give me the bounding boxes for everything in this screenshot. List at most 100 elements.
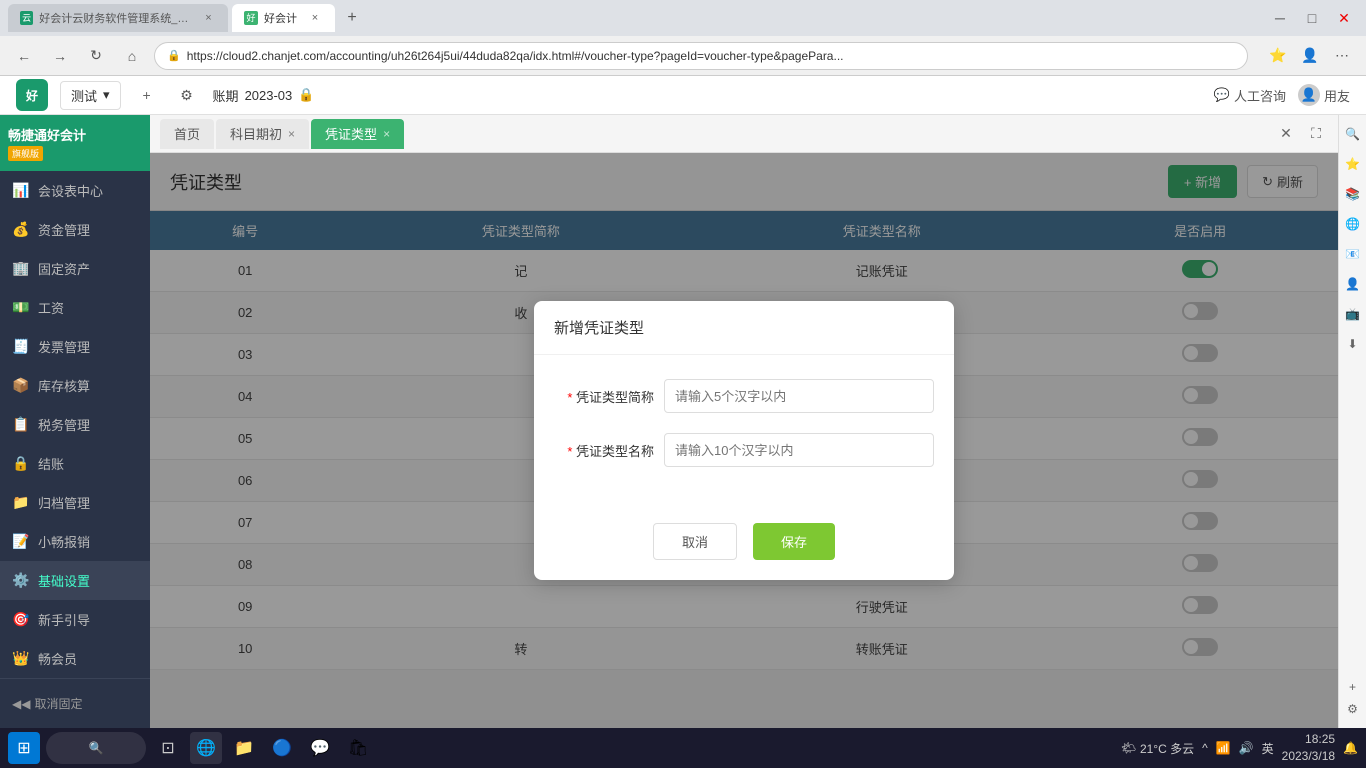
sidebar-item-assets-label: 固定资产 [38,259,90,278]
sidebar-item-tax[interactable]: 📋 税务管理 [0,405,150,444]
right-panel-btn-5[interactable]: 📧 [1342,243,1364,265]
tax-icon: 📋 [12,416,30,434]
weather-icon: 🌤 [1121,741,1136,755]
abbr-input[interactable] [664,379,934,413]
lock-icon: 🔒 [167,49,181,62]
abbr-form-row: 凭证类型简称 [554,379,934,413]
address-bar: ← → ↻ ⌂ 🔒 https://cloud2.chanjet.com/acc… [0,36,1366,76]
guide-icon: 🎯 [12,611,30,629]
app: 好 测试 ▾ + ⚙ 账期 2023-03 🔒 💬 人工咨询 👤 用友 [0,76,1366,728]
sidebar-item-closing-label: 结账 [38,454,64,473]
new-tab-button[interactable]: + [339,5,365,31]
restore-button[interactable]: □ [1298,4,1326,32]
profiles-button[interactable]: 👤 [1296,42,1324,70]
right-panel-add-btn[interactable]: + [1342,676,1364,698]
sidebar-item-member-label: 畅会员 [38,649,77,668]
tab-subject-close[interactable]: × [288,127,295,141]
task-view-icon: ⊡ [161,738,174,758]
right-panel-btn-4[interactable]: 🌐 [1342,213,1364,235]
tab2-label: 好会计 [264,10,297,26]
tab-subject[interactable]: 科目期初 × [216,119,309,149]
tab-voucher-label: 凭证类型 [325,124,377,143]
sidebar-item-inventory[interactable]: 📦 库存核算 [0,366,150,405]
sidebar-item-report[interactable]: 📝 小畅报销 [0,522,150,561]
sidebar-item-settings[interactable]: ⚙️ 基础设置 [0,561,150,600]
dialog-body: 凭证类型简称 凭证类型名称 [534,355,954,511]
right-panel-btn-7[interactable]: 📺 [1342,303,1364,325]
taskbar-edge[interactable]: 🌐 [190,732,222,764]
sidebar-item-invoice[interactable]: 🧾 发票管理 [0,327,150,366]
right-panel-btn-6[interactable]: 👤 [1342,273,1364,295]
add-workspace-button[interactable]: + [133,81,161,109]
sidebar-item-assets[interactable]: 🏢 固定资产 [0,249,150,288]
taskbar-explorer[interactable]: 📁 [228,732,260,764]
sidebar-item-finance-label: 资金管理 [38,220,90,239]
reload-button[interactable]: ↻ [82,42,110,70]
close-browser-button[interactable]: ✕ [1330,4,1358,32]
minimize-button[interactable]: ─ [1266,4,1294,32]
period-lock-icon: 🔒 [298,87,314,103]
date-display: 2023/3/18 [1282,748,1335,765]
sidebar-item-dashboard[interactable]: 📊 会设表中心 [0,171,150,210]
sidebar-item-invoice-label: 发票管理 [38,337,90,356]
sidebar-bottom: ◀◀ 取消固定 [0,678,150,728]
extensions-button[interactable]: ⭐ [1264,42,1292,70]
sidebar-item-archive[interactable]: 📁 归档管理 [0,483,150,522]
workspace-dropdown-icon: ▾ [103,87,110,103]
sidebar-item-finance[interactable]: 💰 资金管理 [0,210,150,249]
sidebar-item-member[interactable]: 👑 畅会员 [0,639,150,678]
back-button[interactable]: ← [10,42,38,70]
notification-icon: 🔔 [1343,741,1358,755]
dialog-header: 新增凭证类型 [534,301,954,355]
tab-fullscreen-button[interactable]: ⛶ [1304,122,1328,146]
tab-close-all-button[interactable]: ✕ [1274,122,1298,146]
taskbar-time[interactable]: 18:25 2023/3/18 [1282,731,1335,765]
closing-icon: 🔒 [12,455,30,473]
tab2-favicon: 好 [244,11,258,25]
taskbar-wechat[interactable]: 💬 [304,732,336,764]
right-panel-btn-3[interactable]: 📚 [1342,183,1364,205]
tab-bar: 云 好会计云财务软件管理系统_会计 × 好 好会计 × + ─ □ ✕ [0,0,1366,36]
tab-voucher-type[interactable]: 凭证类型 × [311,119,404,149]
sidebar: 畅捷通好会计 旗舰版 📊 会设表中心 💰 资金管理 🏢 固定资产 💵 工资 [0,115,150,728]
finance-icon: 💰 [12,221,30,239]
name-input[interactable] [664,433,934,467]
tab2-close[interactable]: × [307,10,323,26]
workspace-selector[interactable]: 测试 ▾ [60,81,121,110]
save-button[interactable]: 保存 [753,523,835,560]
explorer-icon: 📁 [234,738,254,758]
help-icon: 💬 [1214,87,1230,103]
browser-actions: ⭐ 👤 ⋯ [1264,42,1356,70]
more-button[interactable]: ⋯ [1328,42,1356,70]
forward-button[interactable]: → [46,42,74,70]
user-avatar: 👤 [1298,84,1320,106]
taskbar-search[interactable]: 🔍 [46,732,146,764]
cancel-pin-button[interactable]: ◀◀ 取消固定 [0,687,150,720]
browser-tab-2[interactable]: 好 好会计 × [232,4,335,32]
settings-button[interactable]: ⚙ [173,81,201,109]
user-button[interactable]: 👤 用友 [1298,84,1350,106]
sidebar-item-dashboard-label: 会设表中心 [38,181,103,200]
period-info: 账期 2023-03 🔒 [213,86,315,105]
url-bar[interactable]: 🔒 https://cloud2.chanjet.com/accounting/… [154,42,1248,70]
browser-tab-1[interactable]: 云 好会计云财务软件管理系统_会计 × [8,4,228,32]
start-button[interactable]: ⊞ [8,732,40,764]
tab-home[interactable]: 首页 [160,119,214,149]
sidebar-item-guide[interactable]: 🎯 新手引导 [0,600,150,639]
right-panel-btn-2[interactable]: ⭐ [1342,153,1364,175]
right-panel-settings-btn[interactable]: ⚙ [1342,698,1364,720]
taskbar-task-view[interactable]: ⊡ [152,732,184,764]
tab-subject-label: 科目期初 [230,124,282,143]
tab1-close[interactable]: × [201,10,216,26]
sidebar-item-closing[interactable]: 🔒 结账 [0,444,150,483]
user-name: 用友 [1324,86,1350,105]
sidebar-item-salary[interactable]: 💵 工资 [0,288,150,327]
cancel-button[interactable]: 取消 [653,523,737,560]
home-button[interactable]: ⌂ [118,42,146,70]
right-panel-btn-8[interactable]: ⬇ [1342,333,1364,355]
tab-voucher-close[interactable]: × [383,127,390,141]
right-panel-btn-1[interactable]: 🔍 [1342,123,1364,145]
taskbar-store[interactable]: 🛍 [342,732,374,764]
taskbar-chrome[interactable]: 🔵 [266,732,298,764]
help-button[interactable]: 💬 人工咨询 [1214,86,1286,105]
